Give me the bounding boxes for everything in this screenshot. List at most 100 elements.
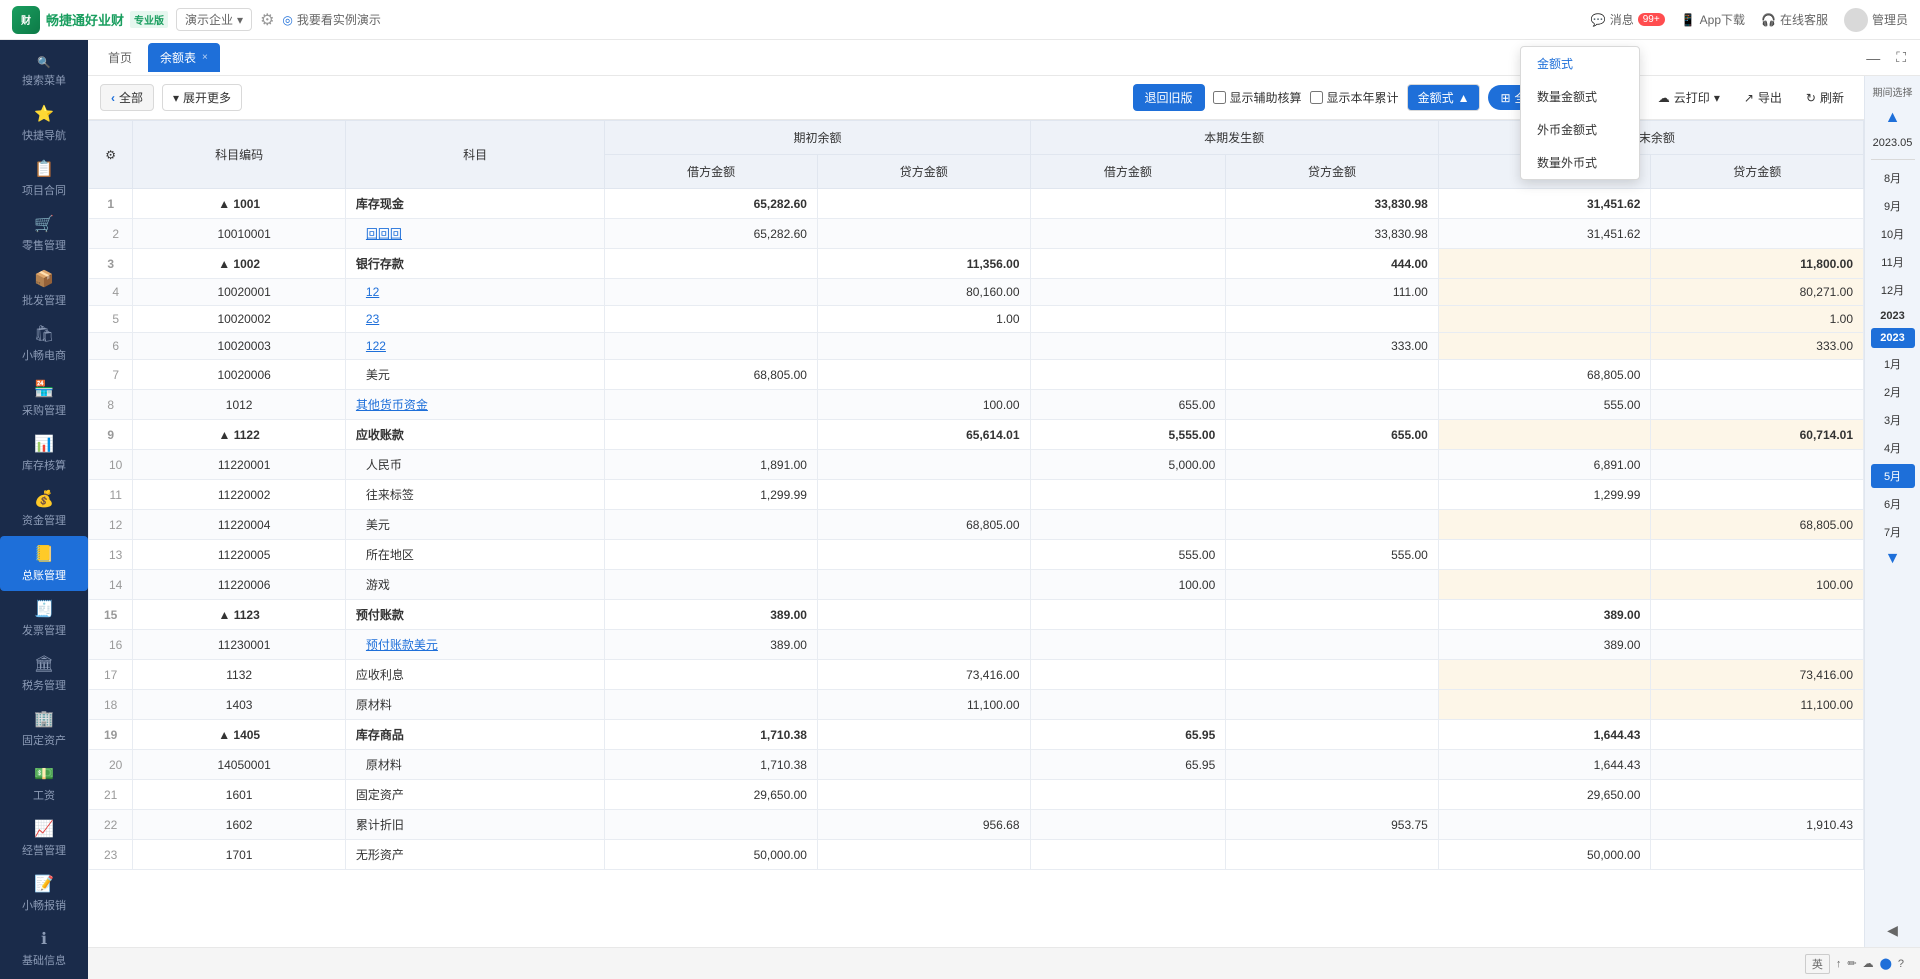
opening-debit: 1,891.00	[605, 450, 818, 480]
company-selector[interactable]: 演示企业 ▾	[176, 8, 252, 31]
sidebar-item-funds[interactable]: 💰 资金管理	[0, 481, 88, 536]
expand-more-button[interactable]: ▾ 展开更多	[162, 84, 242, 111]
main-area: 首页 余额表 × — ⛶ ‹ 全部 ▾	[88, 40, 1920, 979]
period-debit	[1030, 660, 1226, 690]
sidebar-item-ledger[interactable]: 📒 总账管理	[0, 536, 88, 591]
dot-icon[interactable]: ⬤	[1880, 957, 1892, 970]
sidebar-item-retail[interactable]: 🛒 零售管理	[0, 206, 88, 261]
export-button[interactable]: ↗ 导出	[1736, 85, 1790, 110]
edit-icon[interactable]: ✏	[1847, 957, 1856, 970]
collapse-panel-btn[interactable]: ◀	[1887, 922, 1898, 939]
sidebar-item-basic[interactable]: ℹ 基础信息	[0, 921, 88, 976]
inventory-icon: 📊	[34, 434, 54, 454]
minimize-button[interactable]: —	[1860, 47, 1886, 68]
cloud-icon[interactable]: ☁	[1863, 957, 1874, 970]
account-name-link[interactable]: 预付账款美元	[366, 638, 438, 652]
period-2[interactable]: 2月	[1871, 380, 1915, 404]
refresh-button[interactable]: ↻ 刷新	[1798, 85, 1852, 110]
period-prev-btn[interactable]: ▲	[1883, 107, 1903, 129]
period-7[interactable]: 7月	[1871, 520, 1915, 544]
cloud-print-button[interactable]: ☁ 云打印 ▾	[1650, 85, 1728, 110]
help-icon[interactable]: ?	[1898, 958, 1904, 970]
opening-credit: 11,356.00	[817, 249, 1030, 279]
sidebar-item-tax[interactable]: 🏛 税务管理	[0, 646, 88, 701]
sidebar-item-invoice[interactable]: 🧾 发票管理	[0, 591, 88, 646]
download-button[interactable]: 📱 App下载	[1681, 11, 1745, 28]
account-name-link[interactable]: 23	[366, 312, 379, 326]
period-10[interactable]: 10月	[1871, 222, 1915, 246]
avatar	[1844, 8, 1868, 32]
opening-debit: 389.00	[605, 600, 818, 630]
period-2023-05-start[interactable]: 2023.05	[1871, 133, 1915, 153]
period-1[interactable]: 1月	[1871, 352, 1915, 376]
message-button[interactable]: 💬 消息 99+	[1591, 11, 1665, 28]
sidebar-item-purchase[interactable]: 🏪 采购管理	[0, 371, 88, 426]
opening-credit: 11,100.00	[817, 690, 1030, 720]
sidebar-item-wholesale[interactable]: 📦 批发管理	[0, 261, 88, 316]
closing-debit	[1438, 420, 1651, 450]
sidebar-item-ecommerce[interactable]: 🛍 小畅电商	[0, 316, 88, 371]
show-auxiliary-checkbox[interactable]: 显示辅助核算	[1213, 89, 1302, 106]
period-4[interactable]: 4月	[1871, 436, 1915, 460]
opening-credit	[817, 360, 1030, 390]
show-ytd-checkbox[interactable]: 显示本年累计	[1310, 89, 1399, 106]
period-11[interactable]: 11月	[1871, 250, 1915, 274]
row-number: 7	[89, 360, 133, 390]
demo-link[interactable]: ◎ 我要看实例演示	[282, 11, 381, 28]
lang-toggle[interactable]: 英	[1805, 954, 1830, 974]
sidebar-item-salary[interactable]: 💵 工资	[0, 756, 88, 811]
close-tab-icon[interactable]: ×	[202, 52, 208, 63]
support-button[interactable]: 🎧 在线客服	[1761, 11, 1828, 28]
opening-credit	[817, 480, 1030, 510]
period-6[interactable]: 6月	[1871, 492, 1915, 516]
upload-icon[interactable]: ↑	[1836, 958, 1842, 970]
format-option-qty-foreign[interactable]: 数量外币式	[1521, 146, 1639, 179]
closing-debit: 31,451.62	[1438, 189, 1651, 219]
sidebar-item-quicknav[interactable]: ⭐ 快捷导航	[0, 96, 88, 151]
sidebar-item-operations[interactable]: 📈 经营管理	[0, 811, 88, 866]
closing-credit: 11,100.00	[1651, 690, 1864, 720]
opening-credit: 1.00	[817, 306, 1030, 333]
tab-balance[interactable]: 余额表 ×	[148, 43, 220, 72]
settings-icon[interactable]: ⚙	[260, 10, 274, 30]
sidebar-item-expense[interactable]: 📝 小畅报销	[0, 866, 88, 921]
format-dropdown-button[interactable]: 金额式 ▲	[1407, 84, 1481, 111]
settings-col-header[interactable]: ⚙	[89, 121, 133, 189]
opening-debit	[605, 660, 818, 690]
table-row: 6 10020003 122 333.00 333.00	[89, 333, 1864, 360]
period-12[interactable]: 12月	[1871, 278, 1915, 302]
account-name-link[interactable]: 其他货币资金	[356, 398, 428, 412]
account-name[interactable]: 122	[345, 333, 604, 360]
account-name[interactable]: 回回回	[345, 219, 604, 249]
account-name[interactable]: 其他货币资金	[345, 390, 604, 420]
format-option-qty-amount[interactable]: 数量金额式	[1521, 80, 1639, 113]
user-button[interactable]: 管理员	[1844, 8, 1908, 32]
tab-home[interactable]: 首页	[96, 43, 144, 72]
period-next-btn[interactable]: ▼	[1883, 548, 1903, 570]
period-5[interactable]: 5月	[1871, 464, 1915, 488]
maximize-button[interactable]: ⛶	[1890, 47, 1912, 68]
opening-debit	[605, 510, 818, 540]
back-old-version-button[interactable]: 退回旧版	[1133, 84, 1205, 111]
account-name[interactable]: 12	[345, 279, 604, 306]
period-8[interactable]: 8月	[1871, 166, 1915, 190]
sidebar-item-project[interactable]: 📋 项目合同	[0, 151, 88, 206]
period-3[interactable]: 3月	[1871, 408, 1915, 432]
closing-credit	[1651, 219, 1864, 249]
account-name-link[interactable]: 12	[366, 285, 379, 299]
sidebar-item-assets[interactable]: 🏢 固定资产	[0, 701, 88, 756]
retail-icon: 🛒	[34, 214, 54, 234]
account-name[interactable]: 23	[345, 306, 604, 333]
sidebar-item-inventory[interactable]: 📊 库存核算	[0, 426, 88, 481]
main-content: ‹ 全部 ▾ 展开更多 退回旧版 显示辅助核算	[88, 76, 1864, 947]
closing-debit: 68,805.00	[1438, 360, 1651, 390]
format-option-foreign-amount[interactable]: 外币金额式	[1521, 113, 1639, 146]
account-name-link[interactable]: 回回回	[366, 227, 402, 241]
closing-debit	[1438, 279, 1651, 306]
account-name[interactable]: 预付账款美元	[345, 630, 604, 660]
period-year-2023[interactable]: 2023	[1871, 328, 1915, 348]
period-debit	[1030, 600, 1226, 630]
sidebar-search[interactable]: 🔍 搜索菜单	[0, 48, 88, 96]
account-name-link[interactable]: 122	[366, 339, 386, 353]
period-9[interactable]: 9月	[1871, 194, 1915, 218]
